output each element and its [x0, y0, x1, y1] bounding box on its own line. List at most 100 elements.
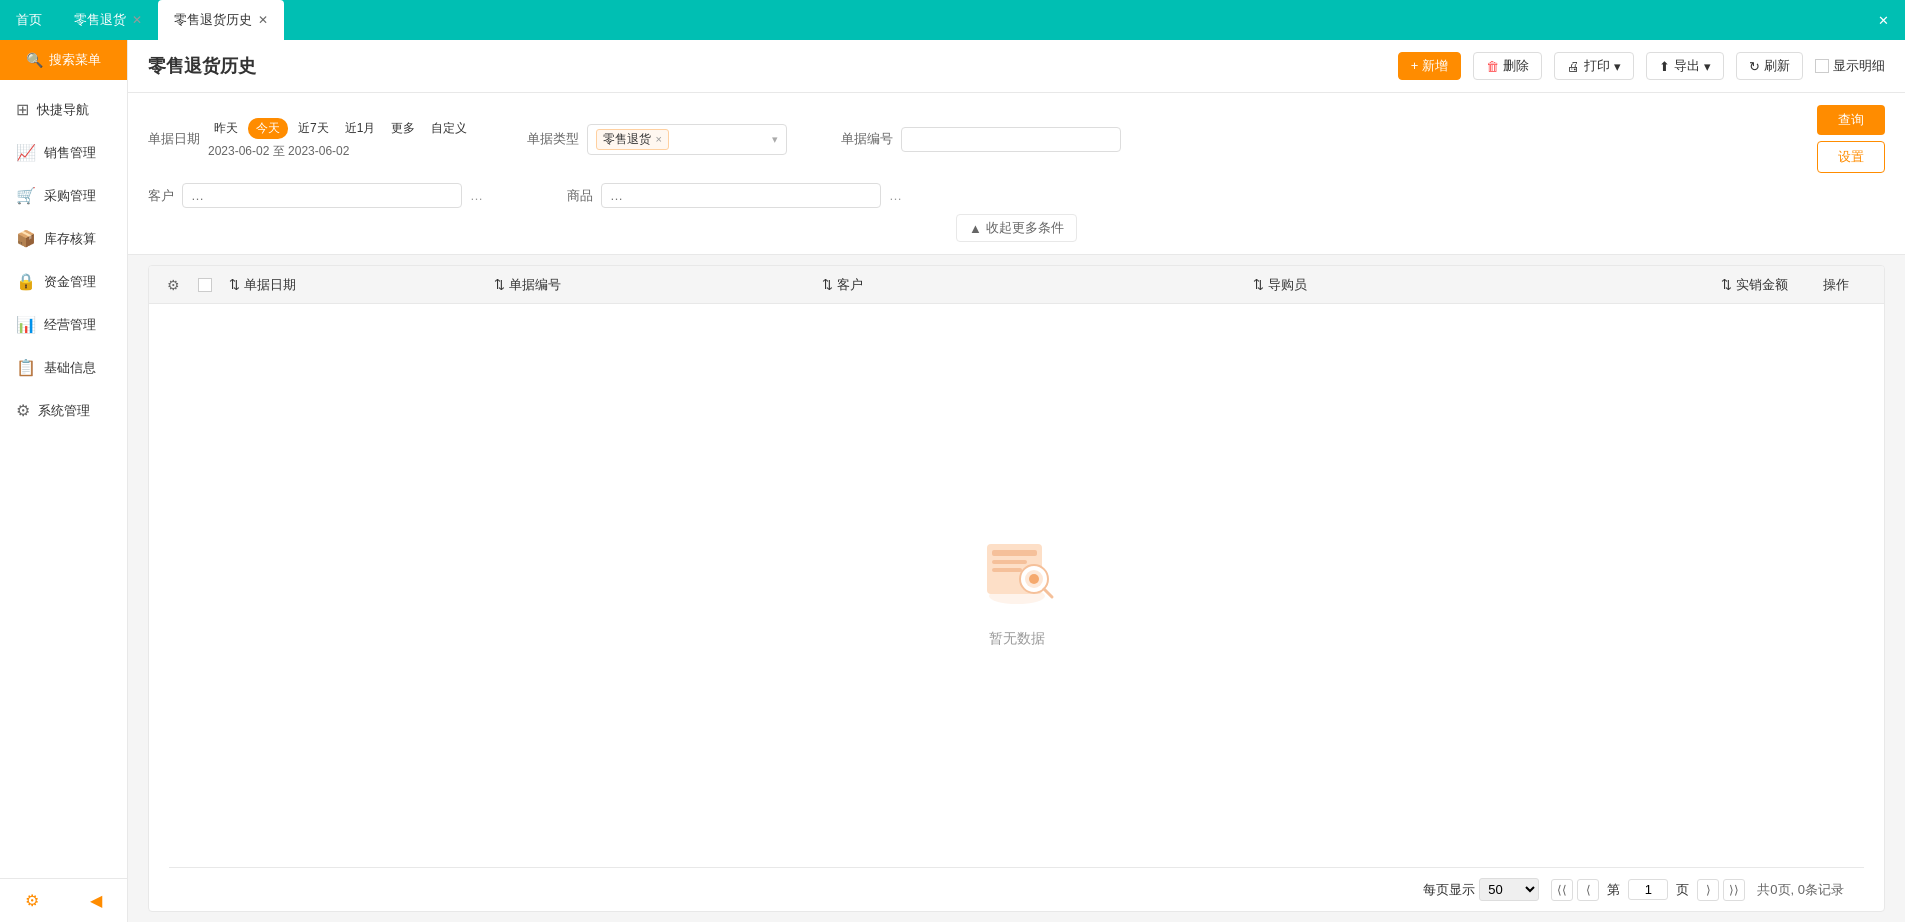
th-sort-icon-guide[interactable]: ⇅: [1253, 277, 1264, 292]
filter-area: 单据日期 昨天 今天 近7天 近1月 更多 自定义 2023-06-02 至 2…: [128, 93, 1905, 255]
tab-retail-return-history-close[interactable]: ✕: [258, 13, 268, 27]
filter-bill-date: 单据日期 昨天 今天 近7天 近1月 更多 自定义 2023-06-02 至 2…: [148, 118, 473, 160]
collapse-filter-btn[interactable]: ▲ 收起更多条件: [956, 214, 1077, 242]
sales-icon: 📈: [16, 143, 36, 162]
goods-ellipsis[interactable]: …: [889, 188, 902, 203]
th-customer-label: 客户: [837, 276, 863, 294]
collapse-filter-label: 收起更多条件: [986, 219, 1064, 237]
sidebar-item-sales[interactable]: 📈 销售管理: [0, 131, 127, 174]
bill-type-select[interactable]: 零售退货 × ▾: [587, 124, 787, 155]
bill-no-label: 单据编号: [841, 130, 893, 148]
sidebar-item-inventory-label: 库存核算: [44, 230, 96, 248]
display-toggle[interactable]: 显示明细: [1815, 57, 1885, 75]
refresh-button[interactable]: ↻ 刷新: [1736, 52, 1803, 80]
table-area: ⚙ ⇅ 单据日期 ⇅ 单据编号 ⇅ 客户 ⇅: [148, 265, 1885, 912]
new-button[interactable]: + 新增: [1398, 52, 1461, 80]
sidebar-search[interactable]: 🔍 搜索菜单: [0, 40, 127, 80]
collapse-up-icon: ▲: [969, 221, 982, 236]
filter-bill-type: 单据类型 零售退货 × ▾: [527, 124, 787, 155]
sidebar-item-inventory[interactable]: 📦 库存核算: [0, 217, 127, 260]
tab-retail-return-history[interactable]: 零售退货历史 ✕: [158, 0, 284, 40]
tab-home-label: 首页: [16, 11, 42, 29]
sidebar-item-quicknav-label: 快捷导航: [37, 101, 89, 119]
sidebar-item-system[interactable]: ⚙ 系统管理: [0, 389, 127, 432]
sidebar-bottom: ⚙ ◀: [0, 878, 127, 922]
date-opt-7days[interactable]: 近7天: [292, 118, 335, 139]
main-layout: 🔍 搜索菜单 ⊞ 快捷导航 📈 销售管理 🛒 采购管理 📦 库存核算 🔒: [0, 40, 1905, 922]
refresh-button-label: 刷新: [1764, 57, 1790, 75]
sidebar-item-finance[interactable]: 🔒 资金管理: [0, 260, 127, 303]
inventory-icon: 📦: [16, 229, 36, 248]
tab-home[interactable]: 首页: [0, 0, 58, 40]
tab-list: 首页 零售退货 ✕ 零售退货历史 ✕: [0, 0, 1878, 40]
date-opt-yesterday[interactable]: 昨天: [208, 118, 244, 139]
delete-button[interactable]: 🗑 删除: [1473, 52, 1542, 80]
bill-type-tag-close[interactable]: ×: [655, 133, 661, 145]
set-button[interactable]: 设置: [1817, 141, 1885, 173]
page-first-btn[interactable]: ⟨⟨: [1551, 879, 1573, 901]
sidebar-item-operations[interactable]: 📊 经营管理: [0, 303, 127, 346]
svg-rect-3: [992, 560, 1027, 564]
empty-state: 暂无数据: [972, 524, 1062, 648]
filter-bill-no: 单据编号: [841, 127, 1121, 152]
page-prev-btn[interactable]: ⟨: [1577, 879, 1599, 901]
purchase-icon: 🛒: [16, 186, 36, 205]
display-checkbox[interactable]: [1815, 59, 1829, 73]
topbar-close-btn[interactable]: ✕: [1878, 13, 1905, 28]
date-opt-custom[interactable]: 自定义: [425, 118, 473, 139]
goods-input[interactable]: [601, 183, 881, 208]
tab-retail-return-close[interactable]: ✕: [132, 13, 142, 27]
filter-goods: 商品 …: [567, 183, 902, 208]
collapse-sidebar-btn[interactable]: ◀: [90, 891, 102, 910]
th-sort-icon-amount[interactable]: ⇅: [1721, 277, 1732, 292]
page-last-btn[interactable]: ⟩⟩: [1723, 879, 1745, 901]
export-button-label: 导出: [1674, 57, 1700, 75]
th-bill-date-label: 单据日期: [244, 276, 296, 294]
svg-rect-4: [992, 568, 1022, 572]
th-sort-icon-date[interactable]: ⇅: [229, 277, 240, 292]
per-page-select[interactable]: 50 100 200: [1479, 878, 1539, 901]
tab-retail-return[interactable]: 零售退货 ✕: [58, 0, 158, 40]
query-button[interactable]: 查询: [1817, 105, 1885, 135]
th-action: 操作: [1796, 276, 1876, 294]
customer-ellipsis[interactable]: …: [470, 188, 483, 203]
settings-bottom-btn[interactable]: ⚙: [25, 891, 39, 910]
export-button[interactable]: ⬆ 导出 ▾: [1646, 52, 1724, 80]
sidebar-item-quicknav[interactable]: ⊞ 快捷导航: [0, 88, 127, 131]
bill-type-tag: 零售退货 ×: [596, 129, 668, 150]
sidebar-search-label: 搜索菜单: [49, 51, 101, 69]
sidebar-item-system-label: 系统管理: [38, 402, 90, 420]
th-action-label: 操作: [1823, 276, 1849, 294]
sidebar-item-purchase[interactable]: 🛒 采购管理: [0, 174, 127, 217]
delete-icon: 🗑: [1486, 59, 1499, 74]
customer-label: 客户: [148, 187, 174, 205]
select-all-checkbox[interactable]: [198, 278, 212, 292]
print-button-label: 打印: [1584, 57, 1610, 75]
bill-type-tag-value: 零售退货: [603, 131, 651, 148]
print-chevron-icon: ▾: [1614, 59, 1621, 74]
export-icon: ⬆: [1659, 59, 1670, 74]
th-sort-icon-billno[interactable]: ⇅: [494, 277, 505, 292]
th-customer: ⇅ 客户: [814, 276, 1245, 294]
sidebar-nav: ⊞ 快捷导航 📈 销售管理 🛒 采购管理 📦 库存核算 🔒 资金管理 📊: [0, 80, 127, 878]
print-button[interactable]: 🖨 打印 ▾: [1554, 52, 1634, 80]
date-opt-more[interactable]: 更多: [385, 118, 421, 139]
th-settings[interactable]: ⚙: [157, 277, 189, 293]
th-bill-date: ⇅ 单据日期: [221, 276, 486, 294]
svg-rect-2: [992, 550, 1037, 556]
date-opt-1month[interactable]: 近1月: [339, 118, 382, 139]
customer-input[interactable]: [182, 183, 462, 208]
new-button-label: + 新增: [1411, 57, 1448, 75]
bill-no-input[interactable]: [901, 127, 1121, 152]
th-bill-no-label: 单据编号: [509, 276, 561, 294]
th-sort-icon-customer[interactable]: ⇅: [822, 277, 833, 292]
page-number-input[interactable]: [1628, 879, 1668, 900]
date-opt-today[interactable]: 今天: [248, 118, 288, 139]
filter-customer: 客户 …: [148, 183, 483, 208]
svg-line-7: [1044, 589, 1052, 597]
sidebar-item-basic-info[interactable]: 📋 基础信息: [0, 346, 127, 389]
svg-point-8: [1029, 574, 1039, 584]
th-checkbox[interactable]: [189, 278, 221, 292]
filter-row-1: 单据日期 昨天 今天 近7天 近1月 更多 自定义 2023-06-02 至 2…: [148, 105, 1885, 173]
page-next-btn[interactable]: ⟩: [1697, 879, 1719, 901]
